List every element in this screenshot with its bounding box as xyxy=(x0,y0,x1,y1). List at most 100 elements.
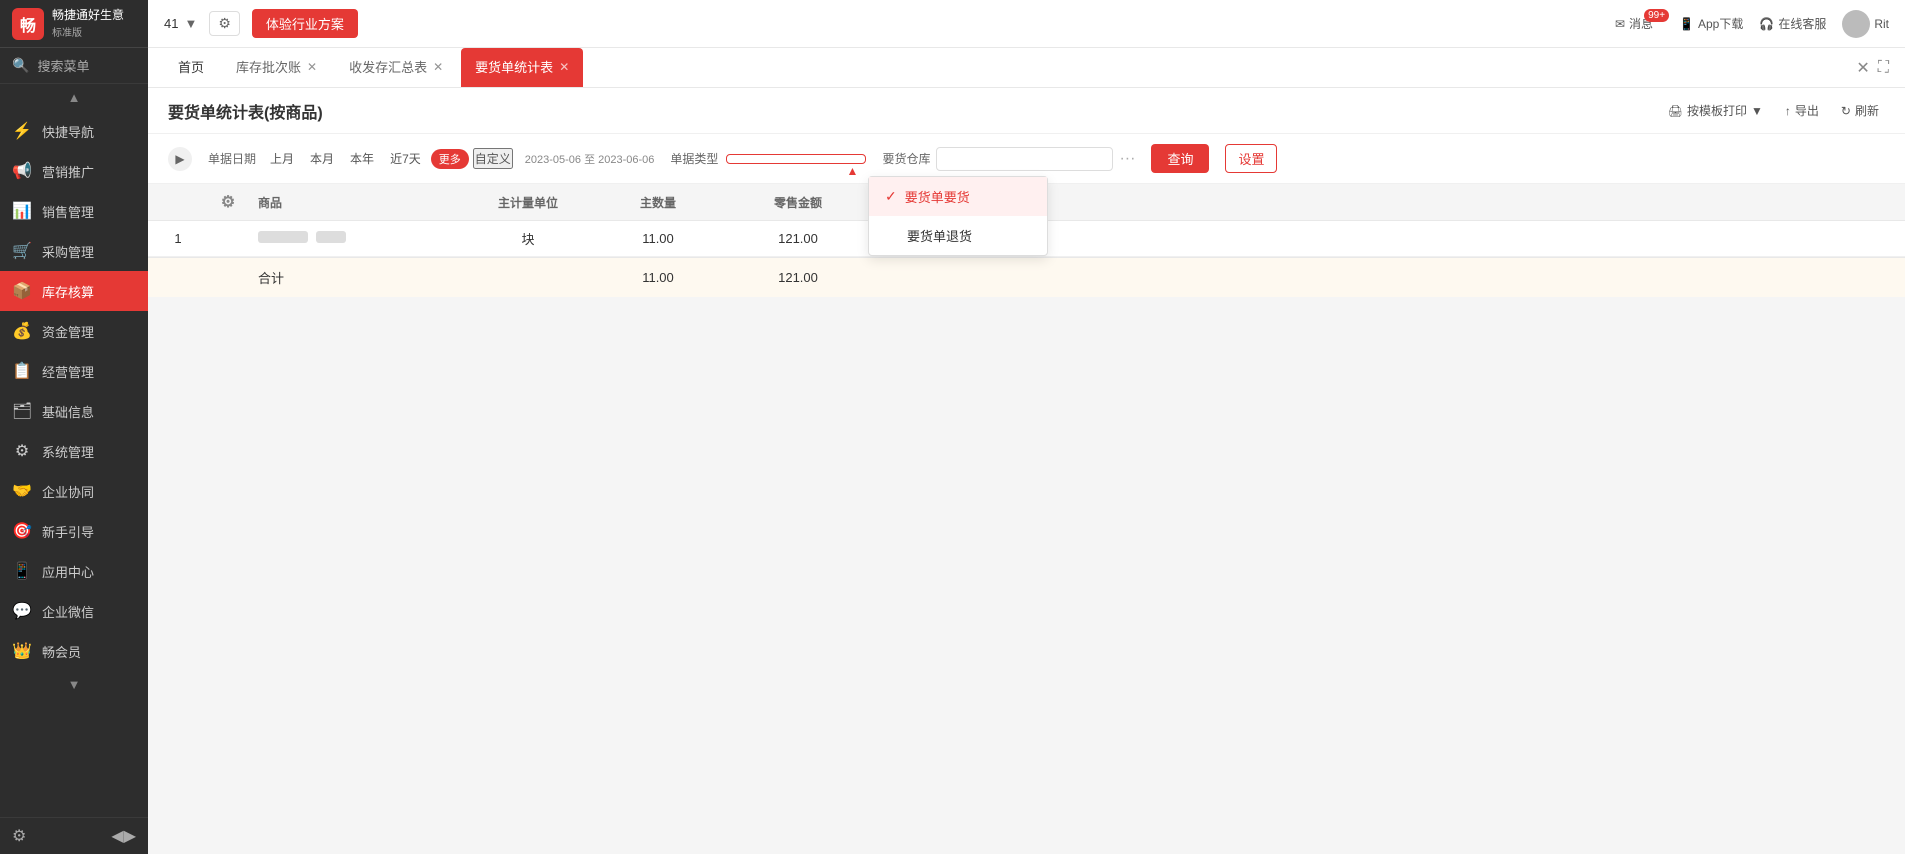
dropdown-item-order-return[interactable]: 要货单退货 xyxy=(869,216,1047,255)
app-center-icon: 📱 xyxy=(12,561,32,581)
quick-nav-icon: ⚡ xyxy=(12,121,32,141)
page-content: 要货单统计表(按商品) 🖨 按模板打印 ▼ ↑ 导出 ↻ 刷新 ▶ xyxy=(148,88,1905,854)
enterprise-icon: 🤝 xyxy=(12,481,32,501)
nav-label-finance: 资金管理 xyxy=(42,322,94,341)
date-btn-this-month[interactable]: 本月 xyxy=(304,147,340,170)
date-btn-more[interactable]: 更多 xyxy=(431,149,469,169)
date-btn-this-year[interactable]: 本年 xyxy=(344,147,380,170)
warehouse-filter-group: 要货仓库 ··· xyxy=(882,147,1135,171)
print-template-button[interactable]: 🖨 按模板打印 ▼ xyxy=(1662,98,1769,123)
filter-settings-button[interactable]: 设置 xyxy=(1225,144,1277,173)
sidebar-item-guide[interactable]: 🎯 新手引导 xyxy=(0,511,148,551)
phone-icon: 📱 xyxy=(1679,17,1694,31)
nav-label-operation: 经营管理 xyxy=(42,362,94,381)
message-icon: ✉ xyxy=(1615,17,1625,31)
dropdown-item-order-goods-label: 要货单要货 xyxy=(905,187,970,206)
tab-home[interactable]: 首页 xyxy=(164,48,218,87)
sidebar-item-marketing[interactable]: 📢 营销推广 xyxy=(0,151,148,191)
page-actions: 🖨 按模板打印 ▼ ↑ 导出 ↻ 刷新 xyxy=(1662,98,1885,123)
sidebar-item-app-center[interactable]: 📱 应用中心 xyxy=(0,551,148,591)
refresh-label: 刷新 xyxy=(1855,102,1879,119)
maximize-icon[interactable]: ⛶ xyxy=(1878,59,1889,77)
type-dropdown: ✓ 要货单要货 要货单退货 xyxy=(868,176,1048,256)
date-btn-7days[interactable]: 近7天 xyxy=(384,147,427,170)
nav-label-system: 系统管理 xyxy=(42,442,94,461)
membership-icon: 👑 xyxy=(12,641,32,661)
tab-home-label: 首页 xyxy=(178,57,204,76)
scroll-up-btn[interactable]: ▲ xyxy=(0,84,148,111)
export-button[interactable]: ↑ 导出 xyxy=(1779,98,1825,123)
tab-collection-summary[interactable]: 收发存汇总表 ✕ xyxy=(335,48,457,87)
tab-collection-summary-close[interactable]: ✕ xyxy=(433,60,443,74)
collapse-sidebar-icon[interactable]: ◀▶ xyxy=(111,826,136,846)
date-btn-custom[interactable]: 自定义 xyxy=(473,148,513,169)
sidebar-item-wechat-biz[interactable]: 💬 企业微信 xyxy=(0,591,148,631)
nav-label-membership: 畅会员 xyxy=(42,642,81,661)
sidebar-item-membership[interactable]: 👑 畅会员 xyxy=(0,631,148,671)
sidebar-item-operation[interactable]: 📋 经营管理 xyxy=(0,351,148,391)
shop-selector[interactable]: 41 ▼ xyxy=(164,16,197,31)
sidebar-item-purchase[interactable]: 🛒 采购管理 xyxy=(0,231,148,271)
close-all-tabs-icon[interactable]: ✕ xyxy=(1856,58,1869,78)
expand-filter-button[interactable]: ▶ xyxy=(168,147,192,171)
nav-label-enterprise: 企业协同 xyxy=(42,482,94,501)
tab-batch-account[interactable]: 库存批次账 ✕ xyxy=(222,48,331,87)
date-quick-buttons: 上月 本月 本年 近7天 更多 自定义 xyxy=(264,147,513,170)
sidebar-item-inventory[interactable]: 📦 库存核算 xyxy=(0,271,148,311)
date-btn-last-month[interactable]: 上月 xyxy=(264,147,300,170)
sidebar-item-sales[interactable]: 📊 销售管理 xyxy=(0,191,148,231)
shop-name: 41 xyxy=(164,16,178,31)
sidebar-item-enterprise[interactable]: 🤝 企业协同 xyxy=(0,471,148,511)
guide-icon: 🎯 xyxy=(12,521,32,541)
dropdown-item-order-return-label: 要货单退货 xyxy=(907,226,972,245)
tab-order-stats-close[interactable]: ✕ xyxy=(559,60,569,74)
warehouse-filter-label: 要货仓库 xyxy=(882,150,930,167)
sidebar-item-base-info[interactable]: 🗂 基础信息 xyxy=(0,391,148,431)
marketing-icon: 📢 xyxy=(12,161,32,181)
sidebar-item-quick-nav[interactable]: ⚡ 快捷导航 xyxy=(0,111,148,151)
type-filter-select[interactable] xyxy=(726,154,866,164)
print-template-label: 按模板打印 xyxy=(1687,102,1747,119)
tab-batch-account-close[interactable]: ✕ xyxy=(307,60,317,74)
dropdown-item-order-goods[interactable]: ✓ 要货单要货 xyxy=(869,177,1047,216)
check-icon: ✓ xyxy=(885,188,897,205)
scroll-down-btn[interactable]: ▼ xyxy=(0,671,148,698)
purchase-icon: 🛒 xyxy=(12,241,32,261)
nav-label-purchase: 采购管理 xyxy=(42,242,94,261)
logo-sub: 标准版 xyxy=(52,24,124,39)
product-name-placeholder xyxy=(258,231,308,243)
wechat-biz-icon: 💬 xyxy=(12,601,32,621)
date-range-display: 2023-05-06 至 2023-06-06 xyxy=(525,151,655,167)
page-header: 要货单统计表(按商品) 🖨 按模板打印 ▼ ↑ 导出 ↻ 刷新 xyxy=(148,88,1905,134)
more-filter-icon[interactable]: ··· xyxy=(1119,150,1135,168)
refresh-button[interactable]: ↻ 刷新 xyxy=(1835,98,1885,123)
base-info-icon: 🗂 xyxy=(12,401,32,421)
product-code-placeholder xyxy=(316,231,346,243)
system-icon: ⚙ xyxy=(12,441,32,461)
date-filter-group: 单据日期 上月 本月 本年 近7天 更多 自定义 2023-05-06 至 20… xyxy=(208,147,654,170)
header-gear-button[interactable]: ⚙ xyxy=(209,11,240,36)
query-button[interactable]: 查询 xyxy=(1151,144,1209,173)
inventory-icon: 📦 xyxy=(12,281,32,301)
tab-order-stats-label: 要货单统计表 xyxy=(475,57,553,76)
online-service-button[interactable]: 🎧 在线客服 xyxy=(1759,15,1826,32)
app-download-label: App下载 xyxy=(1698,15,1743,32)
search-menu[interactable]: 🔍 搜索菜单 xyxy=(0,48,148,84)
sidebar-logo: 畅 畅捷通好生意 标准版 xyxy=(0,0,148,48)
user-menu[interactable]: Rit xyxy=(1842,10,1889,38)
tab-collection-summary-label: 收发存汇总表 xyxy=(349,57,427,76)
footer-label: 合计 xyxy=(248,268,468,287)
settings-icon[interactable]: ⚙ xyxy=(12,826,26,846)
tab-order-stats[interactable]: 要货单统计表 ✕ xyxy=(461,48,583,87)
app-download-button[interactable]: 📱 App下载 xyxy=(1679,15,1743,32)
print-dropdown-icon: ▼ xyxy=(1751,104,1763,118)
sidebar-item-finance[interactable]: 💰 资金管理 xyxy=(0,311,148,351)
warehouse-input[interactable] xyxy=(936,147,1113,171)
row-amount: 121.00 xyxy=(728,231,868,246)
message-button[interactable]: ✉ 消息 99+ xyxy=(1605,15,1663,32)
print-icon: 🖨 xyxy=(1668,104,1683,118)
table-settings-gear-icon[interactable]: ⚙ xyxy=(221,194,235,211)
trial-button[interactable]: 体验行业方案 xyxy=(252,9,358,38)
nav-label-guide: 新手引导 xyxy=(42,522,94,541)
sidebar-item-system[interactable]: ⚙ 系统管理 xyxy=(0,431,148,471)
